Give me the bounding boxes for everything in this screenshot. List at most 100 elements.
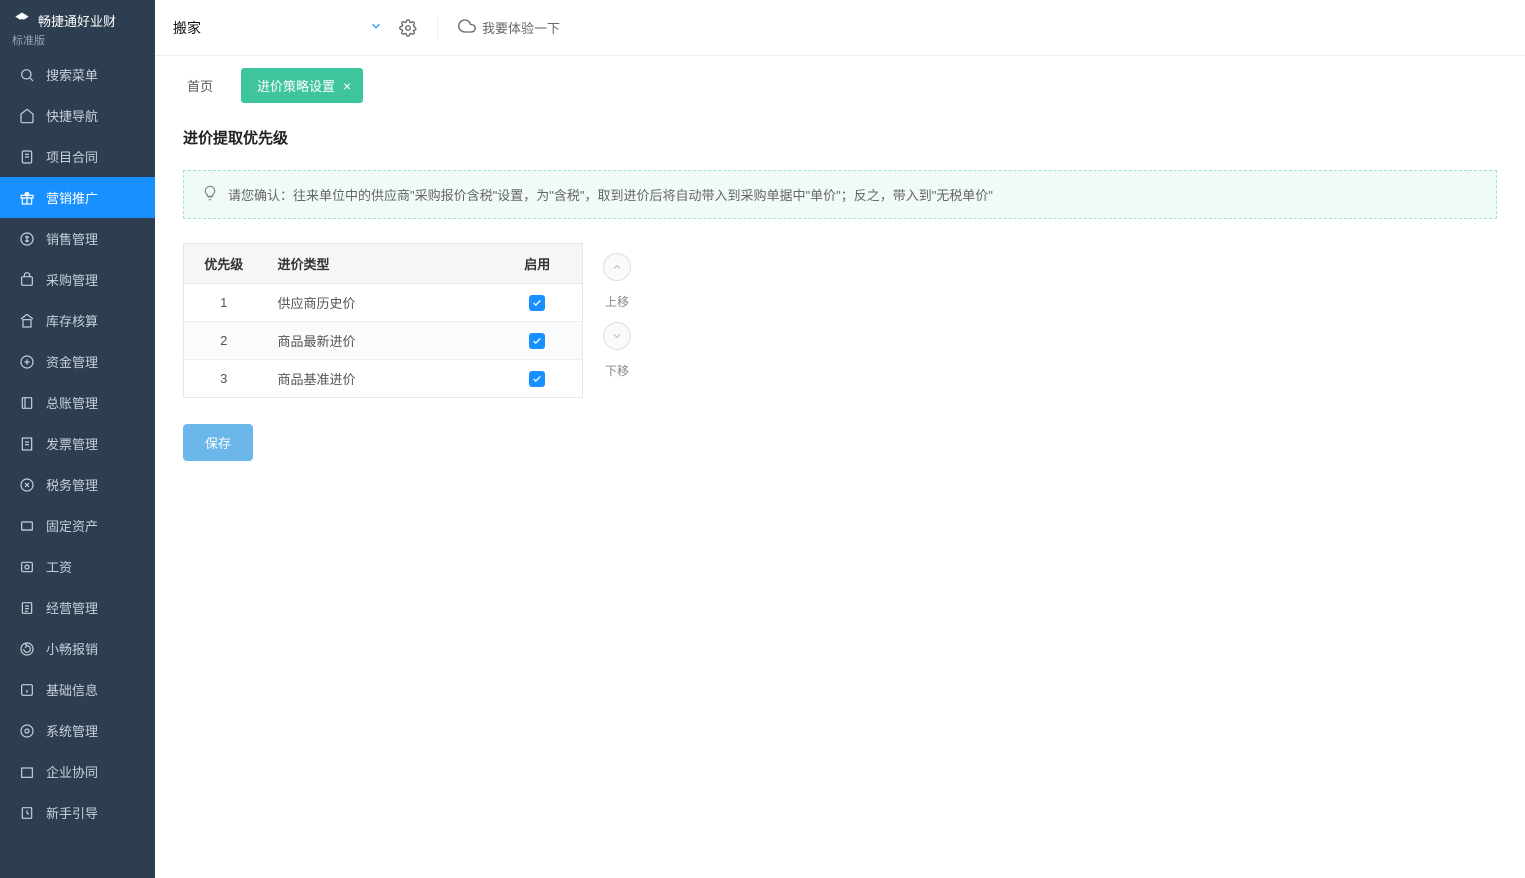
sidebar-item-label: 新手引导 [46, 803, 98, 822]
sidebar-item-7[interactable]: 资金管理 [0, 341, 155, 382]
sidebar-item-9[interactable]: 发票管理 [0, 423, 155, 464]
sidebar-item-label: 采购管理 [46, 270, 98, 289]
sidebar-item-label: 项目合同 [46, 147, 98, 166]
sidebar-item-14[interactable]: 小畅报销 [0, 628, 155, 669]
sidebar-item-5[interactable]: 采购管理 [0, 259, 155, 300]
col-type: 进价类型 [264, 244, 493, 284]
sidebar-item-1[interactable]: 快捷导航 [0, 95, 155, 136]
save-button[interactable]: 保存 [183, 424, 253, 461]
settings-button[interactable] [399, 19, 417, 37]
topbar: 搬家 我要体验一下 [155, 0, 1525, 56]
sidebar-item-4[interactable]: 销售管理 [0, 218, 155, 259]
brand-logo-icon [12, 10, 32, 30]
priority-table: 优先级 进价类型 启用 1供应商历史价2商品最新进价3商品基准进价 [183, 243, 583, 398]
tab-0[interactable]: 首页 [173, 68, 227, 103]
move-up-button[interactable] [603, 253, 631, 281]
cart-icon [18, 271, 36, 289]
sidebar-item-3[interactable]: 营销推广 [0, 177, 155, 218]
move-down-label: 下移 [605, 362, 629, 379]
experience-label: 我要体验一下 [482, 18, 560, 37]
close-icon[interactable]: × [343, 78, 351, 94]
sidebar-item-10[interactable]: 税务管理 [0, 464, 155, 505]
cloud-icon [458, 17, 476, 38]
sidebar-item-2[interactable]: 项目合同 [0, 136, 155, 177]
cell-priority: 3 [184, 360, 264, 398]
sidebar-item-13[interactable]: 经营管理 [0, 587, 155, 628]
salary-icon [18, 558, 36, 576]
table-row[interactable]: 2商品最新进价 [184, 322, 583, 360]
cell-type: 商品最新进价 [264, 322, 493, 360]
sidebar-item-label: 搜索菜单 [46, 65, 98, 84]
divider [437, 17, 438, 39]
gift-icon [18, 189, 36, 207]
tax-icon [18, 476, 36, 494]
cell-type: 供应商历史价 [264, 284, 493, 322]
enable-checkbox[interactable] [529, 333, 545, 349]
brand-name: 畅捷通好业财 [38, 11, 116, 30]
asset-icon [18, 517, 36, 535]
workspace-dropdown[interactable]: 搬家 [173, 18, 383, 38]
sidebar-item-11[interactable]: 固定资产 [0, 505, 155, 546]
info-icon [18, 681, 36, 699]
sidebar-item-0[interactable]: 搜索菜单 [0, 54, 155, 95]
sidebar-item-label: 库存核算 [46, 311, 98, 330]
sidebar-item-16[interactable]: 系统管理 [0, 710, 155, 751]
table-row[interactable]: 3商品基准进价 [184, 360, 583, 398]
chevron-up-icon [611, 261, 623, 273]
sidebar-item-17[interactable]: 企业协同 [0, 751, 155, 792]
chevron-down-icon [611, 330, 623, 342]
manage-icon [18, 599, 36, 617]
sidebar-item-label: 销售管理 [46, 229, 98, 248]
sidebar-item-8[interactable]: 总账管理 [0, 382, 155, 423]
cycle-icon [18, 640, 36, 658]
sidebar-item-15[interactable]: 基础信息 [0, 669, 155, 710]
info-alert: 请您确认：往来单位中的供应商"采购报价含税"设置，为"含税"，取到进价后将自动带… [183, 170, 1497, 219]
book-icon [18, 394, 36, 412]
cell-priority: 1 [184, 284, 264, 322]
sidebar-item-label: 税务管理 [46, 475, 98, 494]
tab-label: 首页 [187, 79, 213, 94]
doc-icon [18, 148, 36, 166]
enable-checkbox[interactable] [529, 371, 545, 387]
invoice-icon [18, 435, 36, 453]
table-row[interactable]: 1供应商历史价 [184, 284, 583, 322]
sidebar-item-label: 企业协同 [46, 762, 98, 781]
sidebar-item-label: 固定资产 [46, 516, 98, 535]
sidebar-item-label: 基础信息 [46, 680, 98, 699]
enable-checkbox[interactable] [529, 295, 545, 311]
logo-area: 畅捷通好业财 标准版 [0, 0, 155, 54]
alert-text: 请您确认：往来单位中的供应商"采购报价含税"设置，为"含税"，取到进价后将自动带… [228, 185, 993, 204]
lightbulb-icon [202, 185, 218, 204]
col-priority: 优先级 [184, 244, 264, 284]
search-icon [18, 66, 36, 84]
tab-1[interactable]: 进价策略设置 × [241, 68, 363, 103]
sidebar-item-label: 总账管理 [46, 393, 98, 412]
sidebar-item-label: 营销推广 [46, 188, 98, 207]
system-icon [18, 722, 36, 740]
brand-edition: 标准版 [12, 32, 143, 48]
sidebar-item-label: 发票管理 [46, 434, 98, 453]
sidebar-item-label: 工资 [46, 557, 72, 576]
tab-label: 进价策略设置 [257, 76, 335, 95]
move-up-label: 上移 [605, 293, 629, 310]
move-controls: 上移 下移 [603, 243, 631, 379]
move-down-button[interactable] [603, 322, 631, 350]
gear-icon [399, 19, 417, 37]
sidebar-item-label: 资金管理 [46, 352, 98, 371]
sidebar-item-18[interactable]: 新手引导 [0, 792, 155, 833]
sidebar-item-label: 小畅报销 [46, 639, 98, 658]
experience-link[interactable]: 我要体验一下 [458, 17, 560, 38]
sidebar-item-6[interactable]: 库存核算 [0, 300, 155, 341]
tabs: 首页 进价策略设置 × [155, 56, 1525, 103]
coin-icon [18, 230, 36, 248]
home-icon [18, 107, 36, 125]
sidebar: 畅捷通好业财 标准版 搜索菜单快捷导航项目合同营销推广销售管理采购管理库存核算资… [0, 0, 155, 878]
house-icon [18, 312, 36, 330]
sidebar-item-12[interactable]: 工资 [0, 546, 155, 587]
cell-priority: 2 [184, 322, 264, 360]
chevron-down-icon [369, 19, 383, 36]
col-enabled: 启用 [493, 244, 583, 284]
money-icon [18, 353, 36, 371]
sidebar-item-label: 系统管理 [46, 721, 98, 740]
workspace-dropdown-label: 搬家 [173, 18, 201, 38]
